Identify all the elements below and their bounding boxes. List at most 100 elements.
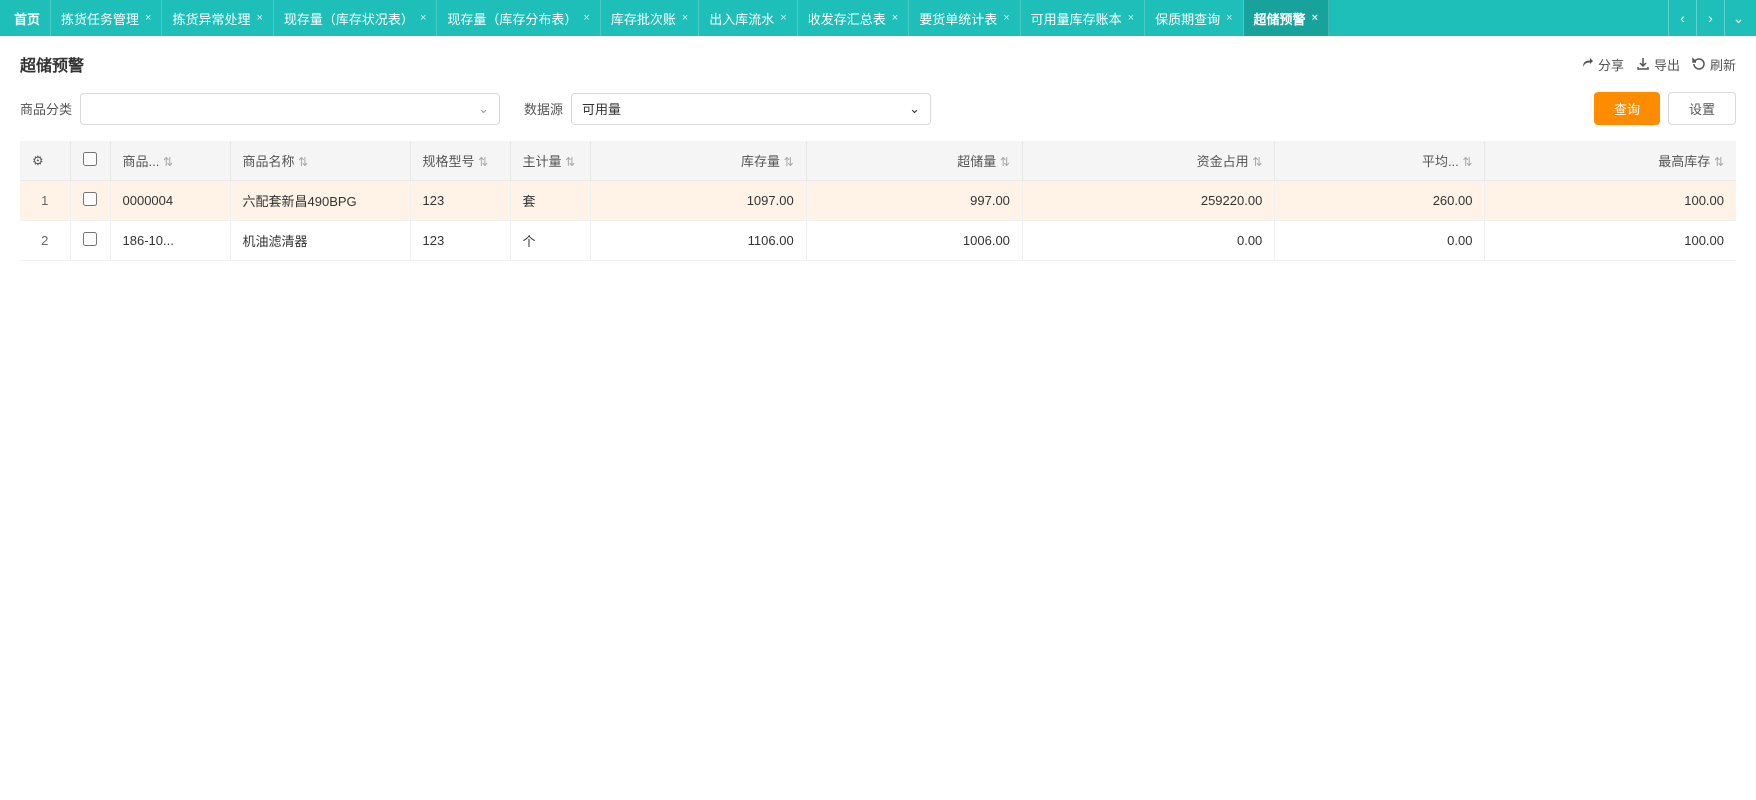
col-avg-header[interactable]: 平均... ⇅ bbox=[1275, 141, 1485, 181]
close-icon[interactable]: × bbox=[1003, 12, 1009, 24]
row-spec-0: 123 bbox=[410, 181, 510, 221]
row-checkbox-0[interactable] bbox=[83, 192, 97, 206]
close-icon[interactable]: × bbox=[420, 12, 426, 24]
row-unit-0: 套 bbox=[510, 181, 590, 221]
nav-home[interactable]: 首页 bbox=[4, 0, 51, 36]
nav-item-7[interactable]: 收发存汇总表 × bbox=[798, 0, 909, 36]
table-row: 1 0000004 六配套新昌490BPG 123 套 1097.00 997.… bbox=[20, 181, 1736, 221]
table-row: 2 186-10... 机油滤清器 123 个 1106.00 1006.00 … bbox=[20, 221, 1736, 261]
row-overflow-1: 1006.00 bbox=[806, 221, 1022, 261]
refresh-button[interactable]: 刷新 bbox=[1692, 55, 1736, 74]
col-name-header[interactable]: 商品名称 ⇅ bbox=[230, 141, 410, 181]
filter-row: 商品分类 ⌄ 数据源 可用量 ⌄ 查询 设置 bbox=[20, 92, 1736, 125]
sort-icon: ⇅ bbox=[784, 155, 794, 169]
row-index-0: 1 bbox=[20, 181, 70, 221]
close-icon[interactable]: × bbox=[780, 12, 786, 24]
filter-actions: 查询 设置 bbox=[1594, 92, 1736, 125]
category-label: 商品分类 bbox=[20, 99, 72, 118]
row-stock-0: 1097.00 bbox=[590, 181, 806, 221]
settings-button[interactable]: 设置 bbox=[1668, 92, 1736, 125]
row-overflow-0: 997.00 bbox=[806, 181, 1022, 221]
page-title: 超储预警 bbox=[20, 52, 84, 76]
col-code-header[interactable]: 商品... ⇅ bbox=[110, 141, 230, 181]
row-code-1: 186-10... bbox=[110, 221, 230, 261]
sort-icon: ⇅ bbox=[1462, 155, 1472, 169]
nav-item-5[interactable]: 库存批次账 × bbox=[601, 0, 699, 36]
nav-arrows: ‹ › ⌄ bbox=[1668, 0, 1752, 36]
nav-item-3[interactable]: 现存量（库存状况表） × bbox=[274, 0, 437, 36]
category-filter: 商品分类 ⌄ bbox=[20, 93, 500, 125]
nav-menu-button[interactable]: ⌄ bbox=[1724, 0, 1752, 36]
col-overflow-header[interactable]: 超储量 ⇅ bbox=[806, 141, 1022, 181]
close-icon[interactable]: × bbox=[1312, 12, 1318, 24]
row-checkbox-cell-0[interactable] bbox=[70, 181, 110, 221]
col-settings-header[interactable]: ⚙ bbox=[20, 141, 70, 181]
data-table: ⚙ 商品... ⇅ 商品名称 ⇅ 规格型号 ⇅ 主计量 bbox=[20, 141, 1736, 261]
row-unit-1: 个 bbox=[510, 221, 590, 261]
page-header: 超储预警 分享 导出 刷新 bbox=[20, 52, 1736, 76]
close-icon[interactable]: × bbox=[256, 12, 262, 24]
close-icon[interactable]: × bbox=[145, 12, 151, 24]
row-checkbox-cell-1[interactable] bbox=[70, 221, 110, 261]
nav-item-6[interactable]: 出入库流水 × bbox=[699, 0, 797, 36]
row-spec-1: 123 bbox=[410, 221, 510, 261]
nav-bar: 首页 拣货任务管理 × 拣货异常处理 × 现存量（库存状况表） × 现存量（库存… bbox=[0, 0, 1756, 36]
col-max-header[interactable]: 最高库存 ⇅ bbox=[1485, 141, 1736, 181]
nav-item-1[interactable]: 拣货任务管理 × bbox=[51, 0, 162, 36]
sort-icon: ⇅ bbox=[1714, 155, 1724, 169]
query-button[interactable]: 查询 bbox=[1594, 92, 1660, 125]
page-container: 超储预警 分享 导出 刷新 商品 bbox=[0, 36, 1756, 277]
share-icon bbox=[1580, 57, 1594, 71]
sort-icon: ⇅ bbox=[1000, 155, 1010, 169]
nav-item-8[interactable]: 要货单统计表 × bbox=[909, 0, 1020, 36]
nav-next-button[interactable]: › bbox=[1696, 0, 1724, 36]
row-capital-1: 0.00 bbox=[1022, 221, 1274, 261]
nav-item-10[interactable]: 保质期查询 × bbox=[1145, 0, 1243, 36]
row-avg-0: 260.00 bbox=[1275, 181, 1485, 221]
select-all-checkbox[interactable] bbox=[83, 152, 97, 166]
row-code-0: 0000004 bbox=[110, 181, 230, 221]
share-button[interactable]: 分享 bbox=[1580, 55, 1624, 74]
col-stock-header[interactable]: 库存量 ⇅ bbox=[590, 141, 806, 181]
col-checkbox-header[interactable] bbox=[70, 141, 110, 181]
export-icon bbox=[1636, 57, 1650, 71]
nav-item-9[interactable]: 可用量库存账本 × bbox=[1021, 0, 1145, 36]
sort-icon: ⇅ bbox=[1252, 155, 1262, 169]
sort-icon: ⇅ bbox=[478, 155, 488, 169]
refresh-icon bbox=[1692, 57, 1706, 71]
row-name-1: 机油滤清器 bbox=[230, 221, 410, 261]
table-body: 1 0000004 六配套新昌490BPG 123 套 1097.00 997.… bbox=[20, 181, 1736, 261]
table-header-row: ⚙ 商品... ⇅ 商品名称 ⇅ 规格型号 ⇅ 主计量 bbox=[20, 141, 1736, 181]
row-index-1: 2 bbox=[20, 221, 70, 261]
sort-icon: ⇅ bbox=[298, 155, 308, 169]
close-icon[interactable]: × bbox=[1128, 12, 1134, 24]
row-checkbox-1[interactable] bbox=[83, 232, 97, 246]
close-icon[interactable]: × bbox=[1226, 12, 1232, 24]
nav-item-2[interactable]: 拣货异常处理 × bbox=[162, 0, 273, 36]
sort-icon: ⇅ bbox=[163, 155, 173, 169]
row-name-0: 六配套新昌490BPG bbox=[230, 181, 410, 221]
gear-icon: ⚙ bbox=[32, 153, 44, 168]
col-unit-header[interactable]: 主计量 ⇅ bbox=[510, 141, 590, 181]
row-max-0: 100.00 bbox=[1485, 181, 1736, 221]
chevron-down-icon: ⌄ bbox=[909, 101, 920, 117]
datasource-select[interactable]: 可用量 ⌄ bbox=[571, 93, 931, 125]
close-icon[interactable]: × bbox=[892, 12, 898, 24]
datasource-filter: 数据源 可用量 ⌄ bbox=[524, 93, 931, 125]
category-select[interactable]: ⌄ bbox=[80, 93, 500, 125]
row-max-1: 100.00 bbox=[1485, 221, 1736, 261]
export-button[interactable]: 导出 bbox=[1636, 55, 1680, 74]
close-icon[interactable]: × bbox=[682, 12, 688, 24]
close-icon[interactable]: × bbox=[583, 12, 589, 24]
row-avg-1: 0.00 bbox=[1275, 221, 1485, 261]
header-actions: 分享 导出 刷新 bbox=[1580, 55, 1736, 74]
nav-prev-button[interactable]: ‹ bbox=[1668, 0, 1696, 36]
sort-icon: ⇅ bbox=[565, 155, 575, 169]
col-spec-header[interactable]: 规格型号 ⇅ bbox=[410, 141, 510, 181]
nav-item-4[interactable]: 现存量（库存分布表） × bbox=[437, 0, 600, 36]
nav-item-11[interactable]: 超储预警 × bbox=[1244, 0, 1329, 36]
row-stock-1: 1106.00 bbox=[590, 221, 806, 261]
datasource-label: 数据源 bbox=[524, 99, 563, 118]
row-capital-0: 259220.00 bbox=[1022, 181, 1274, 221]
col-capital-header[interactable]: 资金占用 ⇅ bbox=[1022, 141, 1274, 181]
